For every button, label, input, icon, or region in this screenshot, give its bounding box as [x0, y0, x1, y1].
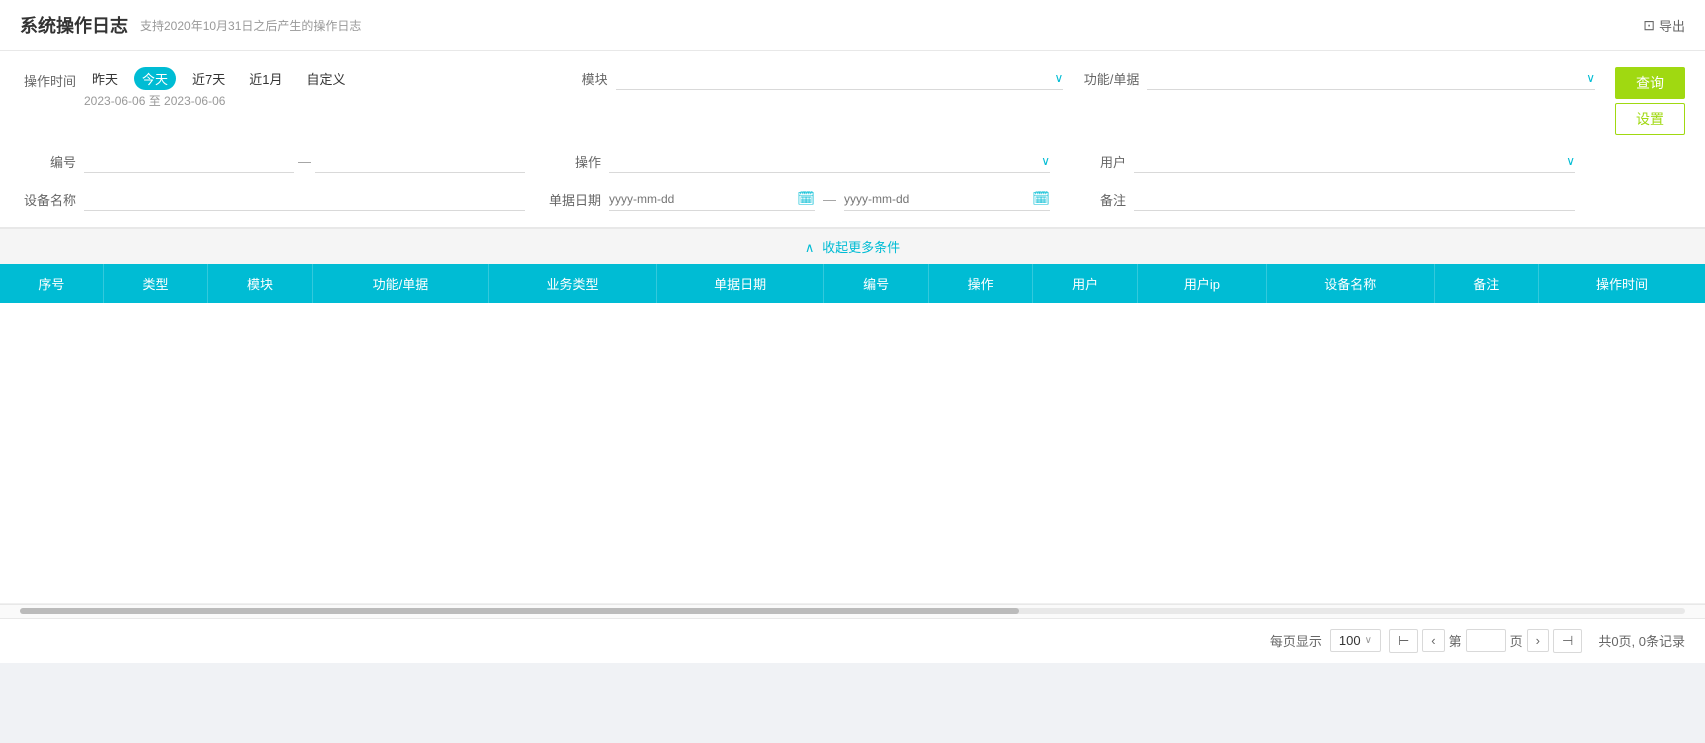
function-label: 功能/单据 — [1083, 69, 1139, 88]
time-option-1month[interactable]: 近1月 — [241, 67, 290, 90]
next-page-button[interactable]: › — [1527, 629, 1549, 652]
per-page-label: 每页显示 — [1270, 631, 1322, 650]
col-header-1: 类型 — [103, 264, 207, 303]
remark-filter: 备注 — [1070, 187, 1575, 211]
collapse-label: 收起更多条件 — [822, 240, 900, 255]
header-left: 系统操作日志 支持2020年10月31日之后产生的操作日志 — [20, 12, 361, 38]
export-icon: ⊡ — [1643, 17, 1655, 34]
time-filter: 操作时间 昨天 今天 近7天 近1月 自定义 2023-06-06 至 2023… — [20, 67, 552, 109]
date-from-wrap: 🗓 — [609, 188, 815, 211]
col-header-2: 模块 — [208, 264, 312, 303]
prev-page-button[interactable]: ‹ — [1422, 629, 1444, 652]
col-header-9: 用户ip — [1137, 264, 1266, 303]
table-container: 序号类型模块功能/单据业务类型单据日期编号操作用户用户ip设备名称备注操作时间 — [0, 264, 1705, 604]
number-label: 编号 — [20, 152, 76, 171]
remark-input[interactable] — [1134, 187, 1575, 211]
per-page-chevron-icon: ∨ — [1365, 635, 1372, 646]
filter-panel: 操作时间 昨天 今天 近7天 近1月 自定义 2023-06-06 至 2023… — [0, 51, 1705, 228]
time-options: 昨天 今天 近7天 近1月 自定义 2023-06-06 至 2023-06-0… — [84, 67, 354, 109]
function-chevron-icon: ∨ — [1586, 71, 1595, 85]
number-filter: 编号 — — [20, 149, 545, 173]
operation-label: 操作 — [545, 152, 601, 171]
number-range: — — [84, 149, 525, 173]
time-range-display: 2023-06-06 至 2023-06-06 — [84, 92, 354, 109]
per-page-select[interactable]: 100 ∨ — [1330, 629, 1381, 652]
pagination: 每页显示 100 ∨ ⊢ ‹ 第 1 页 › ⊣ 共0页, 0条记录 — [0, 618, 1705, 663]
number-dash: — — [298, 154, 311, 169]
col-header-3: 功能/单据 — [312, 264, 488, 303]
time-options-row: 昨天 今天 近7天 近1月 自定义 — [84, 67, 354, 90]
page-header: 系统操作日志 支持2020年10月31日之后产生的操作日志 ⊡ 导出 — [0, 0, 1705, 51]
query-button[interactable]: 查询 — [1615, 67, 1685, 99]
time-option-today[interactable]: 今天 — [134, 67, 176, 90]
date-dash: — — [819, 192, 840, 207]
col-header-5: 单据日期 — [656, 264, 824, 303]
col-header-8: 用户 — [1033, 264, 1137, 303]
operation-select[interactable]: ∨ — [609, 150, 1050, 173]
page-unit: 页 — [1510, 631, 1523, 650]
date-to-input[interactable] — [844, 188, 1028, 210]
module-select[interactable]: ∨ — [616, 67, 1064, 90]
col-header-4: 业务类型 — [489, 264, 657, 303]
page-label: 第 — [1449, 631, 1462, 650]
col-header-7: 操作 — [928, 264, 1032, 303]
data-table: 序号类型模块功能/单据业务类型单据日期编号操作用户用户ip设备名称备注操作时间 — [0, 264, 1705, 604]
user-label: 用户 — [1070, 152, 1126, 171]
module-label: 模块 — [552, 69, 608, 88]
device-label: 设备名称 — [20, 190, 76, 209]
user-select[interactable]: ∨ — [1134, 150, 1575, 173]
function-filter: 功能/单据 ∨ — [1083, 67, 1595, 90]
number-from-input[interactable] — [84, 149, 294, 173]
collapse-icon: ∧ — [805, 240, 815, 255]
device-filter: 设备名称 — [20, 187, 545, 211]
user-chevron-icon: ∨ — [1566, 154, 1575, 168]
scrollbar-area — [0, 604, 1705, 618]
page-title: 系统操作日志 — [20, 12, 128, 38]
time-option-custom[interactable]: 自定义 — [299, 67, 354, 90]
module-chevron-icon: ∨ — [1055, 71, 1064, 85]
user-filter: 用户 ∨ — [1070, 150, 1575, 173]
time-option-yesterday[interactable]: 昨天 — [84, 67, 126, 90]
doc-date-filter: 单据日期 🗓 — 🗓 — [545, 188, 1070, 211]
collapse-bar[interactable]: ∧ 收起更多条件 — [0, 228, 1705, 264]
export-button[interactable]: ⊡ 导出 — [1643, 16, 1685, 35]
operation-filter: 操作 ∨ — [545, 150, 1070, 173]
date-from-input[interactable] — [609, 188, 793, 210]
function-select[interactable]: ∨ — [1147, 67, 1595, 90]
device-input[interactable] — [84, 187, 525, 211]
col-header-12: 操作时间 — [1539, 264, 1705, 303]
doc-date-label: 单据日期 — [545, 190, 601, 209]
time-label: 操作时间 — [20, 67, 76, 90]
scrollbar-track[interactable] — [20, 608, 1685, 614]
last-page-button[interactable]: ⊣ — [1553, 629, 1582, 653]
col-header-6: 编号 — [824, 264, 928, 303]
time-option-7days[interactable]: 近7天 — [184, 67, 233, 90]
col-header-10: 设备名称 — [1266, 264, 1434, 303]
calendar-to-icon[interactable]: 🗓 — [1032, 190, 1050, 207]
number-to-input[interactable] — [315, 149, 525, 173]
col-header-0: 序号 — [0, 264, 103, 303]
empty-area — [0, 303, 1705, 603]
page-subtitle: 支持2020年10月31日之后产生的操作日志 — [140, 17, 361, 34]
action-buttons: 查询 设置 — [1615, 67, 1685, 135]
table-header-row: 序号类型模块功能/单据业务类型单据日期编号操作用户用户ip设备名称备注操作时间 — [0, 264, 1705, 303]
date-to-wrap: 🗓 — [844, 188, 1050, 211]
settings-button[interactable]: 设置 — [1615, 103, 1685, 135]
per-page-value: 100 — [1339, 633, 1361, 648]
page-number-input[interactable]: 1 — [1466, 629, 1506, 652]
date-range: 🗓 — 🗓 — [609, 188, 1050, 211]
operation-chevron-icon: ∨ — [1041, 154, 1050, 168]
scrollbar-thumb — [20, 608, 1019, 614]
first-page-button[interactable]: ⊢ — [1389, 629, 1418, 653]
col-header-11: 备注 — [1434, 264, 1538, 303]
page-nav: ⊢ ‹ 第 1 页 › ⊣ — [1389, 629, 1582, 653]
calendar-from-icon[interactable]: 🗓 — [797, 190, 815, 207]
total-info: 共0页, 0条记录 — [1598, 631, 1685, 650]
remark-label: 备注 — [1070, 190, 1126, 209]
module-filter: 模块 ∨ — [552, 67, 1084, 90]
export-label: 导出 — [1659, 16, 1685, 35]
